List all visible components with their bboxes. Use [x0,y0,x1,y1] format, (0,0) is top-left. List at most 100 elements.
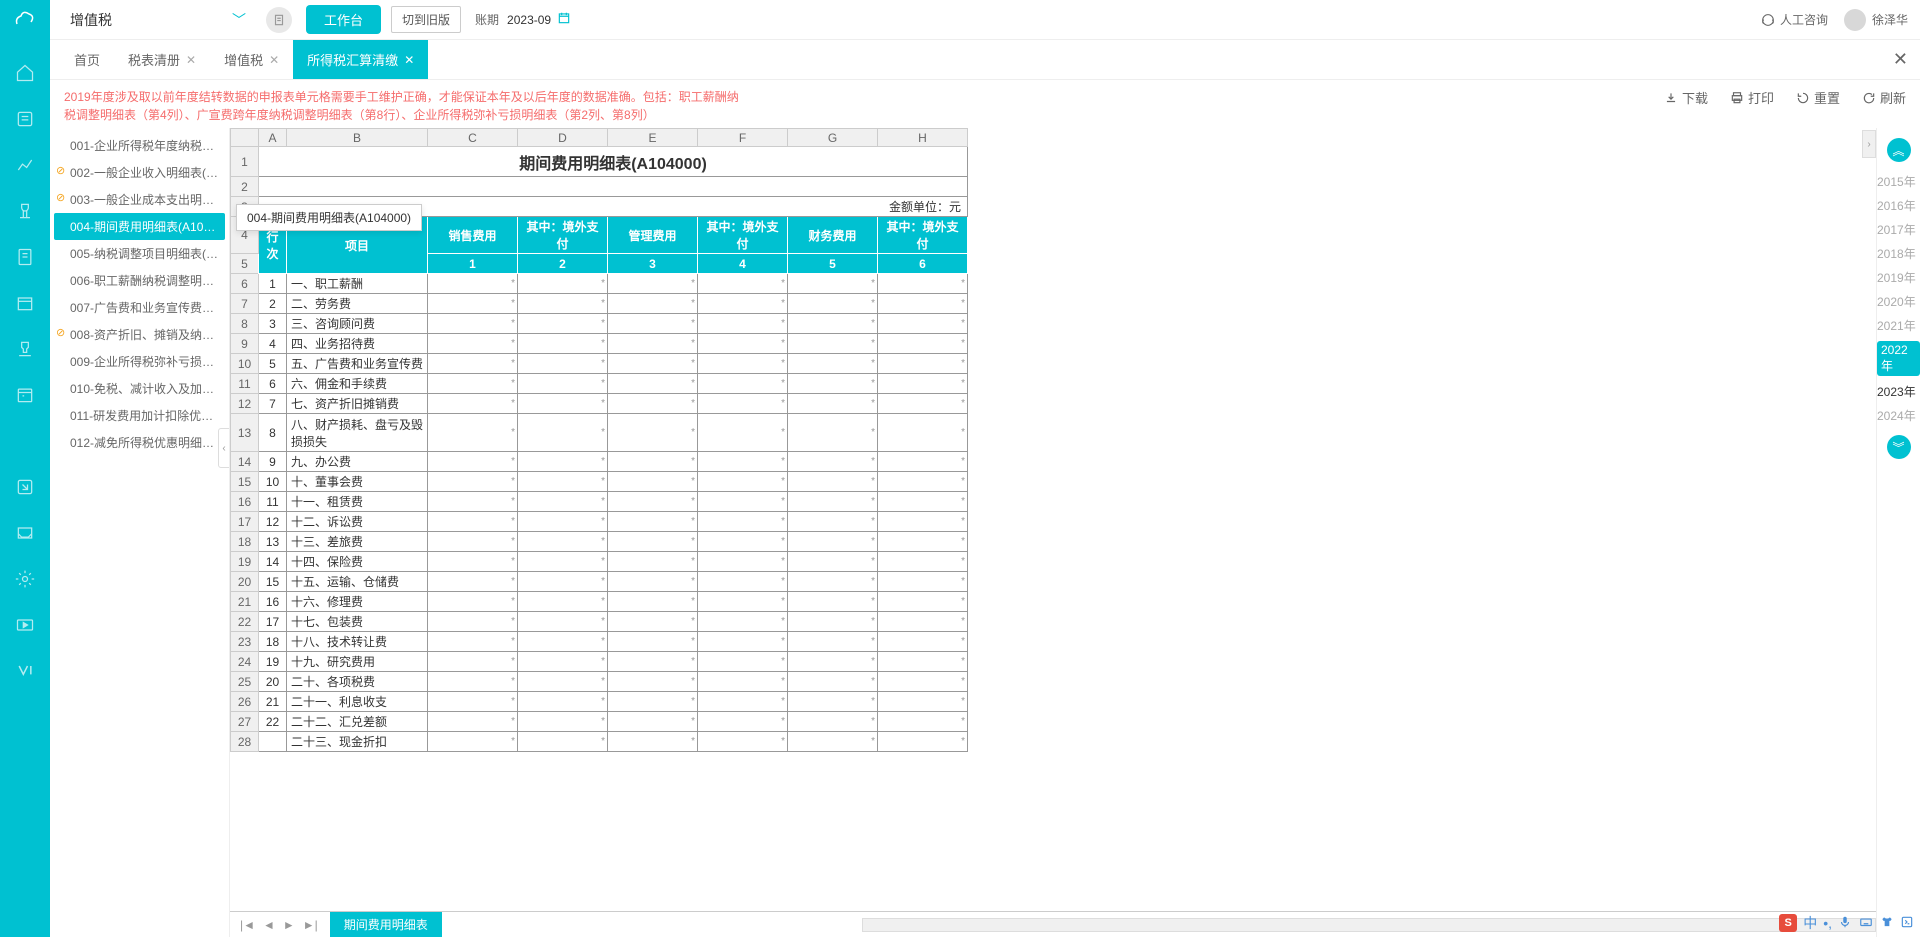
table-cell[interactable]: 7 [259,394,287,414]
table-cell[interactable]: * [518,452,608,472]
table-cell[interactable]: * [698,592,788,612]
support-button[interactable]: 人工咨询 [1760,11,1828,28]
row-header[interactable]: 14 [231,452,259,472]
table-cell[interactable]: * [878,294,968,314]
table-cell[interactable]: * [428,314,518,334]
nav-video-icon[interactable] [14,614,36,636]
table-cell[interactable]: * [878,652,968,672]
table-cell[interactable]: * [878,692,968,712]
chevron-down-icon[interactable]: ﹀ [232,10,246,30]
year-item[interactable]: 2016年 [1877,197,1920,214]
table-cell[interactable]: * [518,394,608,414]
table-cell[interactable]: * [878,572,968,592]
table-cell[interactable]: * [518,552,608,572]
table-cell[interactable]: * [878,592,968,612]
table-cell[interactable]: 19 [259,652,287,672]
row-header[interactable]: 22 [231,612,259,632]
table-cell[interactable]: * [878,532,968,552]
table-cell[interactable]: * [428,632,518,652]
table-cell[interactable]: * [878,552,968,572]
table-cell[interactable]: * [608,512,698,532]
table-cell[interactable]: * [608,334,698,354]
row-header[interactable]: 1 [231,147,259,177]
table-cell[interactable]: 14 [259,552,287,572]
table-cell[interactable]: * [698,334,788,354]
table-cell[interactable]: * [878,472,968,492]
table-cell[interactable]: 3 [259,314,287,334]
year-item[interactable]: 2021年 [1877,317,1920,334]
table-cell[interactable]: 21 [259,692,287,712]
doc-list-item[interactable]: 012-减免所得税优惠明细表(... [50,429,229,456]
ime-keyboard-icon[interactable] [1858,915,1874,932]
table-cell[interactable]: * [878,274,968,294]
table-cell[interactable]: * [428,274,518,294]
table-cell[interactable]: * [608,652,698,672]
table-cell[interactable]: * [518,314,608,334]
table-cell[interactable]: * [788,652,878,672]
table-cell[interactable]: * [608,492,698,512]
table-cell[interactable]: * [608,274,698,294]
close-icon[interactable]: ✕ [186,53,196,67]
table-cell[interactable]: * [518,672,608,692]
col-header[interactable]: F [698,129,788,147]
breadcrumb[interactable]: 增值税 [70,10,112,30]
row-header[interactable]: 10 [231,354,259,374]
table-cell[interactable]: 12 [259,512,287,532]
table-cell[interactable]: 七、资产折旧摊销费 [287,394,428,414]
doc-list-item[interactable]: 006-职工薪酬纳税调整明细... [50,267,229,294]
col-header[interactable]: B [287,129,428,147]
table-cell[interactable]: * [878,314,968,334]
table-cell[interactable]: 15 [259,572,287,592]
row-header[interactable]: 25 [231,672,259,692]
doc-list-item[interactable]: ⊘003-一般企业成本支出明细... [50,186,229,213]
table-cell[interactable]: * [698,552,788,572]
table-cell[interactable]: * [698,532,788,552]
nav-archive-icon[interactable] [14,292,36,314]
table-cell[interactable]: * [608,374,698,394]
doc-list-item[interactable]: 007-广告费和业务宣传费跨... [50,294,229,321]
close-icon[interactable]: ✕ [269,53,279,67]
nav-ledger-icon[interactable] [14,108,36,130]
table-cell[interactable]: * [608,472,698,492]
table-cell[interactable]: * [608,692,698,712]
ime-skin-icon[interactable] [1880,915,1894,932]
table-cell[interactable]: * [518,652,608,672]
download-button[interactable]: 下载 [1664,88,1708,107]
doc-list-item[interactable]: 011-研发费用加计扣除优惠... [50,402,229,429]
close-all-tabs-icon[interactable]: ✕ [1893,49,1908,70]
table-cell[interactable]: * [878,712,968,732]
table-cell[interactable]: * [878,394,968,414]
table-cell[interactable]: * [518,732,608,752]
table-cell[interactable]: * [608,314,698,334]
nav-vip-icon[interactable] [14,660,36,682]
table-cell[interactable]: 十五、运输、仓储费 [287,572,428,592]
horizontal-scrollbar[interactable] [862,918,1876,932]
row-header[interactable]: 8 [231,314,259,334]
table-cell[interactable]: * [428,512,518,532]
table-cell[interactable]: * [518,692,608,712]
year-item[interactable]: 2022年 [1877,341,1920,376]
table-cell[interactable]: 一、职工薪酬 [287,274,428,294]
table-cell[interactable]: * [608,632,698,652]
table-cell[interactable]: * [878,492,968,512]
table-cell[interactable]: * [878,414,968,452]
table-cell[interactable]: * [698,732,788,752]
doc-list-item[interactable]: ⊘008-资产折旧、摊销及纳税... [50,321,229,348]
table-cell[interactable]: * [698,314,788,334]
table-cell[interactable]: * [518,472,608,492]
nav-inbox-icon[interactable] [14,522,36,544]
table-cell[interactable]: * [788,374,878,394]
table-cell[interactable]: * [878,512,968,532]
switch-old-button[interactable]: 切到旧版 [391,6,461,33]
nav-tax-icon[interactable] [14,430,36,452]
table-cell[interactable]: 8 [259,414,287,452]
table-cell[interactable]: * [608,672,698,692]
table-cell[interactable]: * [788,354,878,374]
table-cell[interactable]: * [698,354,788,374]
table-cell[interactable]: * [518,572,608,592]
row-header[interactable]: 24 [231,652,259,672]
table-cell[interactable]: * [788,632,878,652]
table-cell[interactable]: * [518,414,608,452]
print-button[interactable]: 打印 [1730,88,1774,107]
table-cell[interactable]: * [698,374,788,394]
